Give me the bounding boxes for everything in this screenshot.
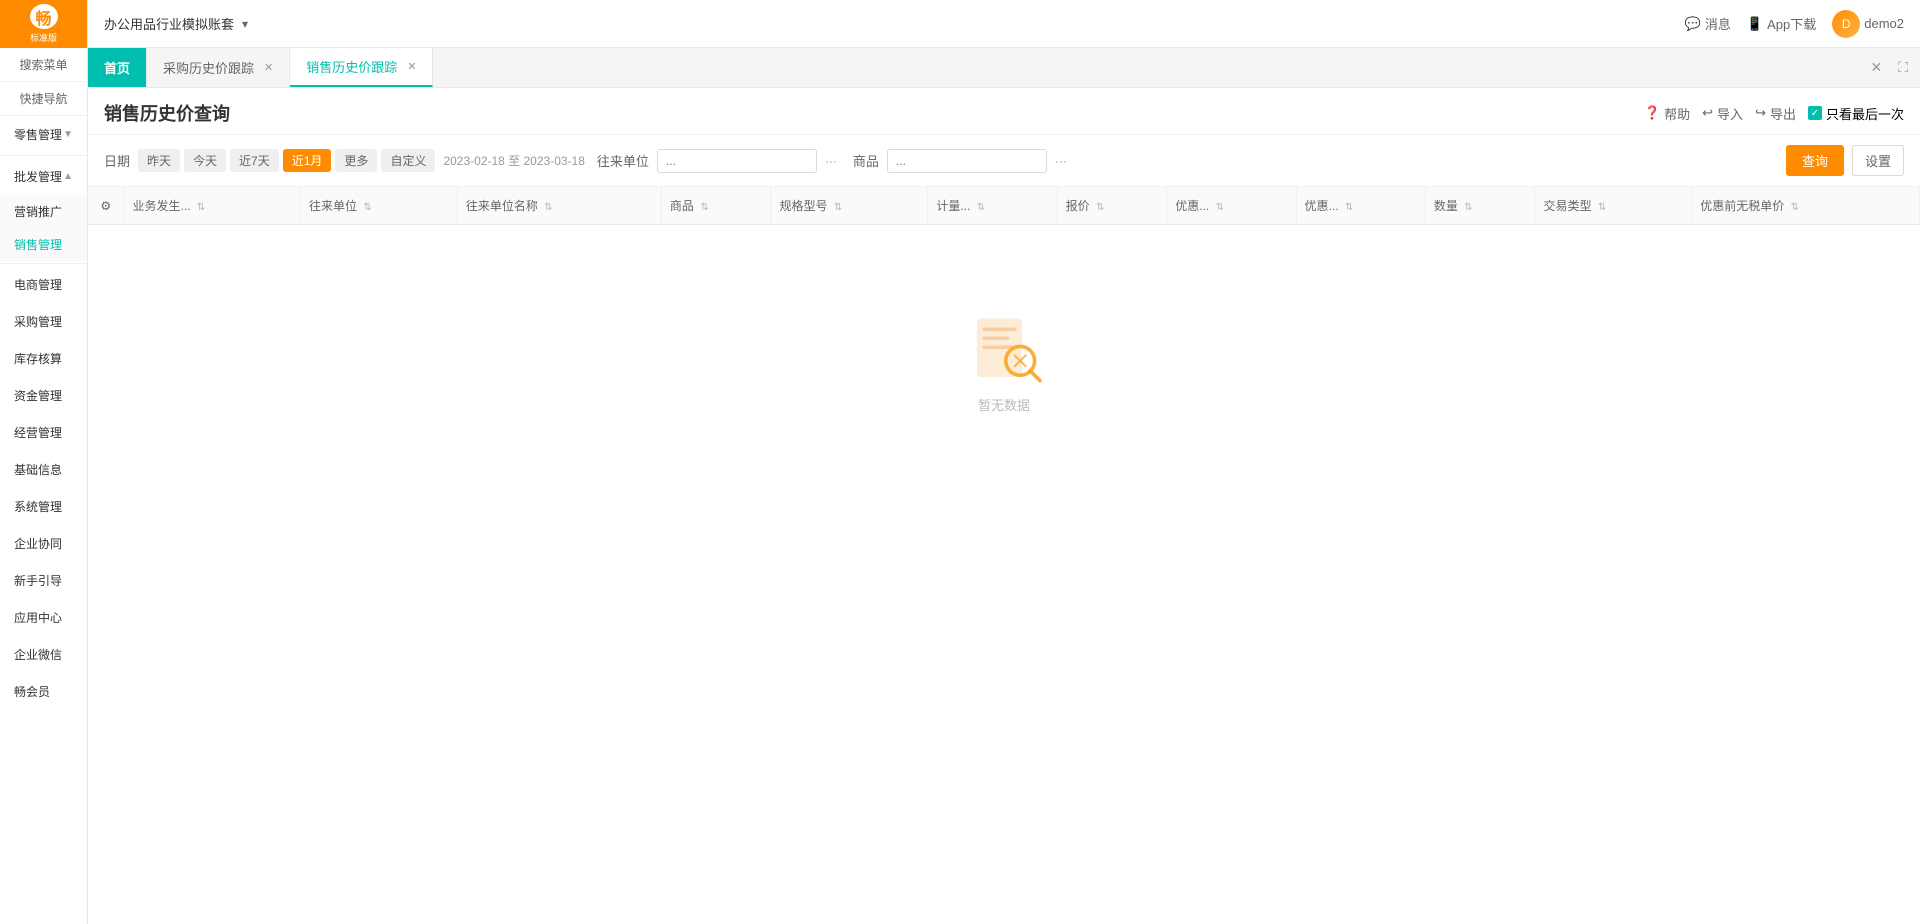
avatar: D [1832, 10, 1860, 38]
date-buttons: 昨天 今天 近7天 近1月 更多 自定义 [138, 149, 435, 172]
date-range-display: 2023-02-18 至 2023-03-18 [443, 152, 584, 169]
column-trade-type[interactable]: 交易类型 ⇅ [1535, 187, 1692, 225]
message-icon: 💬 [1685, 16, 1701, 32]
column-settings[interactable]: ⚙ [88, 187, 124, 225]
import-icon: ↩ [1702, 105, 1713, 121]
date-btn-1month[interactable]: 近1月 [283, 149, 332, 172]
settings-button[interactable]: 设置 [1852, 145, 1904, 176]
goods-label: 商品 [853, 151, 879, 170]
column-partner-code[interactable]: 往来单位 ⇅ [301, 187, 458, 225]
topbar: 办公用品行业模拟账套 ▾ 💬 消息 📱 App下载 D demo2 [88, 0, 1920, 48]
import-button[interactable]: ↩ 导入 [1702, 104, 1743, 123]
sidebar-item-enterprise[interactable]: 企业协同 [0, 525, 87, 562]
date-label: 日期 [104, 151, 130, 170]
query-button[interactable]: 查询 [1786, 145, 1844, 176]
empty-text: 暂无数据 [978, 395, 1030, 414]
action-buttons: 查询 设置 [1786, 145, 1904, 176]
date-btn-yesterday[interactable]: 昨天 [138, 149, 180, 172]
sidebar-item-operations[interactable]: 经营管理 [0, 414, 87, 451]
tab-close-sales[interactable]: ✕ [407, 60, 416, 73]
industry-title: 办公用品行业模拟账套 [104, 14, 234, 33]
only-last-checkbox[interactable]: ✓ 只看最后一次 [1808, 104, 1904, 123]
close-tab-icon[interactable]: ✕ [1866, 55, 1886, 80]
sidebar-item-basic[interactable]: 基础信息 [0, 451, 87, 488]
date-btn-7days[interactable]: 近7天 [230, 149, 279, 172]
tab-home[interactable]: 首页 [88, 48, 147, 87]
column-pretax-price[interactable]: 优惠前无税单价 ⇅ [1692, 187, 1920, 225]
shortcut-nav[interactable]: 快捷导航 [0, 82, 87, 116]
page-title: 销售历史价查询 [104, 100, 230, 126]
chevron-up-icon: ▲ [63, 171, 73, 182]
column-spec[interactable]: 规格型号 ⇅ [771, 187, 928, 225]
partner-filter-row: 往来单位 ··· [597, 149, 837, 173]
help-button[interactable]: ❓ 帮助 [1644, 104, 1690, 123]
date-btn-more[interactable]: 更多 [335, 149, 377, 172]
column-discount2[interactable]: 优惠... ⇅ [1296, 187, 1425, 225]
sidebar-item-sales[interactable]: 销售管理 [0, 228, 87, 261]
topbar-left: 办公用品行业模拟账套 ▾ [104, 14, 248, 33]
page-header: 销售历史价查询 ❓ 帮助 ↩ 导入 ↪ 导出 ✓ 只看最后一次 [88, 88, 1920, 135]
column-biz-date[interactable]: 业务发生... ⇅ [124, 187, 301, 225]
sidebar-item-ecommerce[interactable]: 电商管理 [0, 266, 87, 303]
data-table: ⚙ 业务发生... ⇅ 往来单位 ⇅ 往来单位名称 ⇅ 商品 ⇅ [88, 187, 1920, 225]
column-goods[interactable]: 商品 ⇅ [661, 187, 771, 225]
filter-section: 往来单位 ··· 商品 ··· [597, 149, 1774, 173]
logo-icon: 畅 [30, 4, 58, 29]
app-download-button[interactable]: 📱 App下载 [1747, 14, 1816, 33]
export-icon: ↪ [1755, 105, 1766, 121]
export-button[interactable]: ↪ 导出 [1755, 104, 1796, 123]
sidebar-item-member[interactable]: 畅会员 [0, 673, 87, 710]
app-download-icon: 📱 [1747, 16, 1763, 32]
partner-input[interactable] [657, 149, 817, 173]
user-profile[interactable]: D demo2 [1832, 10, 1904, 38]
column-partner-name[interactable]: 往来单位名称 ⇅ [457, 187, 661, 225]
sidebar-item-inventory[interactable]: 库存核算 [0, 340, 87, 377]
maximize-icon[interactable]: ⛶ [1894, 55, 1912, 80]
industry-dropdown[interactable]: ▾ [242, 17, 248, 31]
page-content: 销售历史价查询 ❓ 帮助 ↩ 导入 ↪ 导出 ✓ 只看最后一次 [88, 88, 1920, 924]
partner-label: 往来单位 [597, 151, 649, 170]
sidebar-item-system[interactable]: 系统管理 [0, 488, 87, 525]
search-menu[interactable]: 搜索菜单 [0, 48, 87, 82]
date-btn-today[interactable]: 今天 [184, 149, 226, 172]
column-quantity[interactable]: 数量 ⇅ [1425, 187, 1535, 225]
tab-purchase-history[interactable]: 采购历史价跟踪 ✕ [147, 48, 290, 87]
sidebar: 畅 标准版 搜索菜单 快捷导航 零售管理 ▼ 批发管理 ▲ 营销推广 销售管理 … [0, 0, 88, 924]
sidebar-item-newuser[interactable]: 新手引导 [0, 562, 87, 599]
empty-state: 暂无数据 [88, 225, 1920, 494]
goods-more-icon[interactable]: ··· [1055, 154, 1067, 168]
page-header-actions: ❓ 帮助 ↩ 导入 ↪ 导出 ✓ 只看最后一次 [1644, 104, 1904, 123]
filter-area: 日期 昨天 今天 近7天 近1月 更多 自定义 2023-02-18 至 202… [88, 135, 1920, 187]
logo-subtitle: 标准版 [30, 31, 57, 44]
sidebar-item-wholesale[interactable]: 批发管理 ▲ [0, 158, 87, 195]
goods-input[interactable] [887, 149, 1047, 173]
date-btn-custom[interactable]: 自定义 [381, 149, 435, 172]
column-unit[interactable]: 计量... ⇅ [928, 187, 1057, 225]
checkbox-checked-icon: ✓ [1808, 106, 1822, 120]
sidebar-item-purchase[interactable]: 采购管理 [0, 303, 87, 340]
tab-bar: 首页 采购历史价跟踪 ✕ 销售历史价跟踪 ✕ ✕ ⛶ [88, 48, 1920, 88]
table-area: ⚙ 业务发生... ⇅ 往来单位 ⇅ 往来单位名称 ⇅ 商品 ⇅ [88, 187, 1920, 924]
sidebar-item-appcenter[interactable]: 应用中心 [0, 599, 87, 636]
no-data-illustration [959, 305, 1049, 395]
sidebar-item-wechat[interactable]: 企业微信 [0, 636, 87, 673]
help-icon: ❓ [1644, 105, 1660, 121]
topbar-right: 💬 消息 📱 App下载 D demo2 [1685, 10, 1904, 38]
main-area: 办公用品行业模拟账套 ▾ 💬 消息 📱 App下载 D demo2 首页 采购历… [88, 0, 1920, 924]
tab-sales-history[interactable]: 销售历史价跟踪 ✕ [290, 48, 433, 87]
tab-close-purchase[interactable]: ✕ [264, 61, 273, 74]
column-discount1[interactable]: 优惠... ⇅ [1167, 187, 1296, 225]
column-price[interactable]: 报价 ⇅ [1057, 187, 1167, 225]
logo: 畅 标准版 [0, 0, 87, 48]
message-button[interactable]: 💬 消息 [1685, 14, 1731, 33]
date-filter-row: 日期 昨天 今天 近7天 近1月 更多 自定义 2023-02-18 至 202… [104, 149, 585, 172]
sidebar-item-retail[interactable]: 零售管理 ▼ [0, 116, 87, 153]
sidebar-item-marketing[interactable]: 营销推广 [0, 195, 87, 228]
tabs-actions: ✕ ⛶ [1866, 48, 1920, 87]
partner-more-icon[interactable]: ··· [825, 154, 837, 168]
chevron-down-icon: ▼ [63, 129, 73, 140]
sidebar-item-finance[interactable]: 资金管理 [0, 377, 87, 414]
goods-filter-row: 商品 ··· [853, 149, 1067, 173]
